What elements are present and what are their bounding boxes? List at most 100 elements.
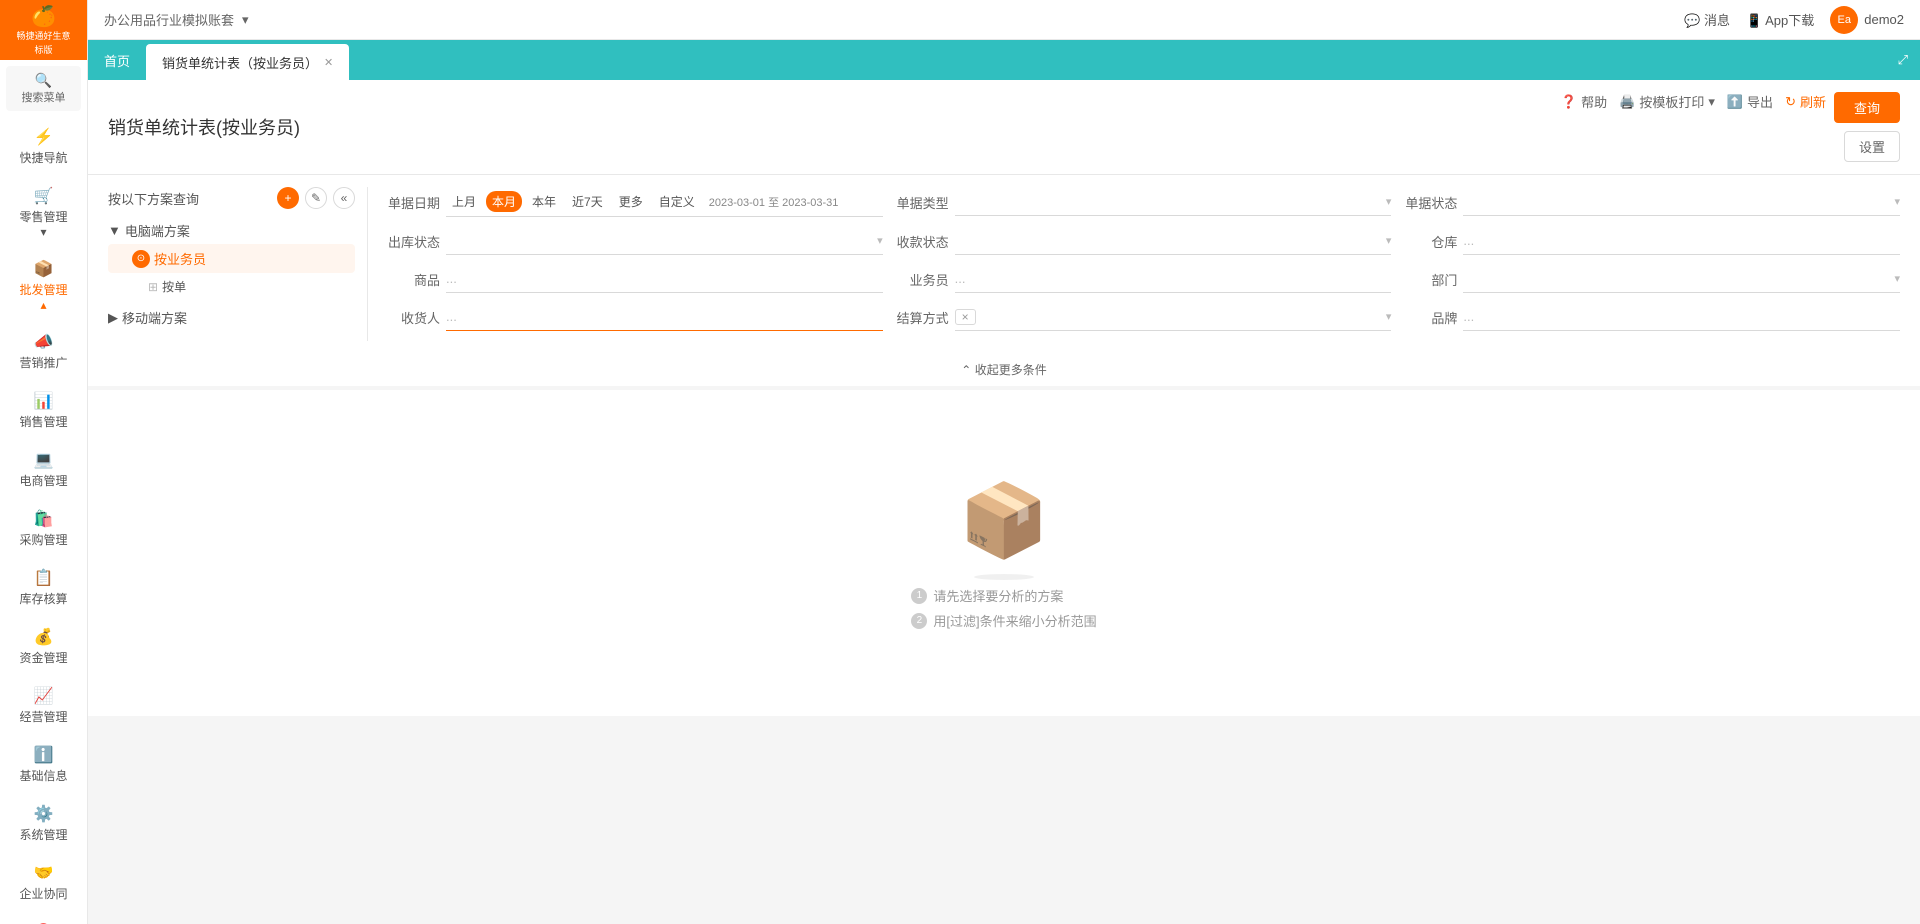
- collapse-icon: ⌃: [961, 363, 971, 377]
- refresh-button[interactable]: ↻ 刷新: [1785, 92, 1826, 111]
- date-label: 单据日期: [384, 193, 440, 212]
- print-button[interactable]: 🖨️ 按模板打印 ▾: [1619, 92, 1715, 111]
- export-button[interactable]: ⬆️ 导出: [1727, 92, 1773, 111]
- tab-home-label: 首页: [104, 51, 130, 70]
- sidebar-item-basic-info[interactable]: ℹ️ 基础信息: [0, 735, 87, 794]
- warehouse-value: ...: [1463, 233, 1474, 248]
- sidebar-item-newguide[interactable]: 🎯 新手引导: [0, 912, 87, 924]
- app-download-button[interactable]: 📱 App下载: [1746, 10, 1814, 29]
- message-button[interactable]: 💬 消息: [1684, 10, 1730, 29]
- breadcrumb-dropdown-icon[interactable]: ▾: [242, 12, 249, 28]
- right-actions: 查询 设置: [1834, 92, 1900, 162]
- sidebar-item-wholesale[interactable]: 📦 批发管理 ▴: [0, 249, 87, 322]
- date-btn-more[interactable]: 更多: [613, 191, 649, 212]
- tip-text-1: 请先选择要分析的方案: [933, 586, 1063, 605]
- retail-label: 零售管理: [4, 208, 83, 225]
- tab-home[interactable]: 首页: [88, 40, 146, 80]
- tab-expand-button[interactable]: ⤢: [1886, 52, 1920, 68]
- scheme-group-mobile-label: 移动端方案: [122, 308, 187, 327]
- scheme-group-mobile: ▶ 移动端方案: [108, 304, 355, 331]
- help-button[interactable]: ❓ 帮助: [1561, 92, 1607, 111]
- sidebar-item-system[interactable]: ⚙️ 系统管理: [0, 794, 87, 853]
- sidebar-item-quick-nav[interactable]: ⚡ 快捷导航: [0, 117, 87, 176]
- collapse-bar[interactable]: ⌃ 收起更多条件: [88, 353, 1920, 386]
- empty-state: 📦 1 请先选择要分析的方案 2 用[过滤]条件来缩小分析范围: [88, 390, 1920, 716]
- scheme-group-desktop-title[interactable]: ▼ 电脑端方案: [108, 217, 355, 244]
- date-btn-this-month[interactable]: 本月: [486, 191, 522, 212]
- department-dropdown-icon: ▾: [1894, 272, 1900, 285]
- goods-control[interactable]: ...: [446, 265, 883, 293]
- salesperson-label: 业务员: [893, 270, 949, 289]
- quick-nav-label: 快捷导航: [4, 149, 83, 166]
- tab-close-icon[interactable]: ✕: [324, 56, 333, 69]
- filter-goods: 商品 ...: [384, 265, 883, 293]
- settle-method-control[interactable]: × ▾: [955, 303, 1392, 331]
- date-btn-custom[interactable]: 自定义: [653, 191, 701, 212]
- sidebar-item-purchase[interactable]: 🛍️ 采购管理: [0, 499, 87, 558]
- scheme-sub-item-order[interactable]: ⊞ 按单: [108, 273, 355, 300]
- sidebar-item-marketing[interactable]: 📣 营销推广: [0, 322, 87, 381]
- collapse-scheme-button[interactable]: «: [333, 187, 355, 209]
- tip-item-1: 1 请先选择要分析的方案: [911, 586, 1096, 605]
- empty-tips: 1 请先选择要分析的方案 2 用[过滤]条件来缩小分析范围: [911, 586, 1096, 636]
- retail-arrow-icon: ▾: [40, 225, 46, 239]
- search-menu-label: 搜索菜单: [10, 89, 77, 105]
- help-label: 帮助: [1581, 92, 1607, 111]
- content-area: 销货单统计表(按业务员) ❓ 帮助 🖨️ 按模板打印 ▾ ⬆️ 导出: [88, 80, 1920, 924]
- edit-scheme-button[interactable]: ✎: [305, 187, 327, 209]
- page-header: 销货单统计表(按业务员) ❓ 帮助 🖨️ 按模板打印 ▾ ⬆️ 导出: [88, 80, 1920, 175]
- filter-warehouse: 仓库 ...: [1401, 227, 1900, 255]
- sidebar-item-finance[interactable]: 💰 资金管理: [0, 617, 87, 676]
- app-sub-label: 标版: [34, 43, 52, 56]
- doc-type-control[interactable]: ▾: [955, 188, 1392, 216]
- order-icon: ⊞: [148, 280, 158, 294]
- sidebar-item-inventory[interactable]: 📋 库存核算: [0, 558, 87, 617]
- sidebar-item-ecommerce[interactable]: 💻 电商管理: [0, 440, 87, 499]
- help-icon: ❓: [1561, 94, 1577, 110]
- setting-button[interactable]: 设置: [1844, 131, 1900, 162]
- scheme-group-mobile-title[interactable]: ▶ 移动端方案: [108, 304, 355, 331]
- scheme-item-salesperson[interactable]: ⊙ 按业务员: [108, 244, 355, 273]
- doc-status-control[interactable]: ▾: [1463, 188, 1900, 216]
- topbar-left: 办公用品行业模拟账套 ▾: [104, 10, 249, 29]
- doc-status-dropdown-icon: ▾: [1894, 195, 1900, 208]
- empty-illustration: 📦: [954, 470, 1054, 570]
- sidebar-item-operation[interactable]: 📈 经营管理: [0, 676, 87, 735]
- system-label: 系统管理: [4, 826, 83, 843]
- date-btn-7days[interactable]: 近7天: [566, 191, 609, 212]
- date-btn-this-year[interactable]: 本年: [526, 191, 562, 212]
- settle-method-tag-close[interactable]: ×: [962, 310, 969, 324]
- goods-label: 商品: [384, 270, 440, 289]
- doc-status-label: 单据状态: [1401, 193, 1457, 212]
- department-control[interactable]: ▾: [1463, 265, 1900, 293]
- date-btn-last-month[interactable]: 上月: [446, 191, 482, 212]
- topbar: 办公用品行业模拟账套 ▾ 💬 消息 📱 App下载 Ea demo2: [88, 0, 1920, 40]
- query-button[interactable]: 查询: [1834, 92, 1900, 123]
- warehouse-control[interactable]: ...: [1463, 227, 1900, 255]
- sidebar-item-retail[interactable]: 🛒 零售管理 ▾: [0, 176, 87, 249]
- search-menu-item[interactable]: 🔍 搜索菜单: [6, 66, 81, 111]
- receiver-control[interactable]: ...: [446, 303, 883, 331]
- wholesale-label: 批发管理: [4, 281, 83, 298]
- message-icon: 💬: [1684, 13, 1700, 28]
- sidebar-item-sales[interactable]: 📊 销售管理: [0, 381, 87, 440]
- operation-icon: 📈: [4, 686, 83, 706]
- filter-doc-status: 单据状态 ▾: [1401, 188, 1900, 216]
- collab-icon: 🤝: [4, 863, 83, 883]
- filter-brand: 品牌 ...: [1401, 303, 1900, 331]
- user-info[interactable]: Ea demo2: [1830, 6, 1904, 34]
- collect-status-control[interactable]: ▾: [955, 227, 1392, 255]
- salesperson-control[interactable]: ...: [955, 265, 1392, 293]
- filter-doc-type: 单据类型 ▾: [893, 188, 1392, 216]
- add-scheme-button[interactable]: +: [277, 187, 299, 209]
- date-control[interactable]: 上月 本月 本年 近7天 更多 自定义 2023-03-01 至 2023-03…: [446, 187, 883, 217]
- scheme-header: 按以下方案查询 + ✎ «: [108, 187, 355, 209]
- settle-method-tag: ×: [955, 309, 976, 325]
- brand-control[interactable]: ...: [1463, 303, 1900, 331]
- tab-sales-stat[interactable]: 销货单统计表（按业务员） ✕: [146, 44, 349, 80]
- out-status-control[interactable]: ▾: [446, 227, 883, 255]
- basic-info-label: 基础信息: [4, 767, 83, 784]
- tip-num-2: 2: [911, 613, 927, 629]
- print-label: 按模板打印: [1639, 92, 1704, 111]
- sidebar-item-collab[interactable]: 🤝 企业协同: [0, 853, 87, 912]
